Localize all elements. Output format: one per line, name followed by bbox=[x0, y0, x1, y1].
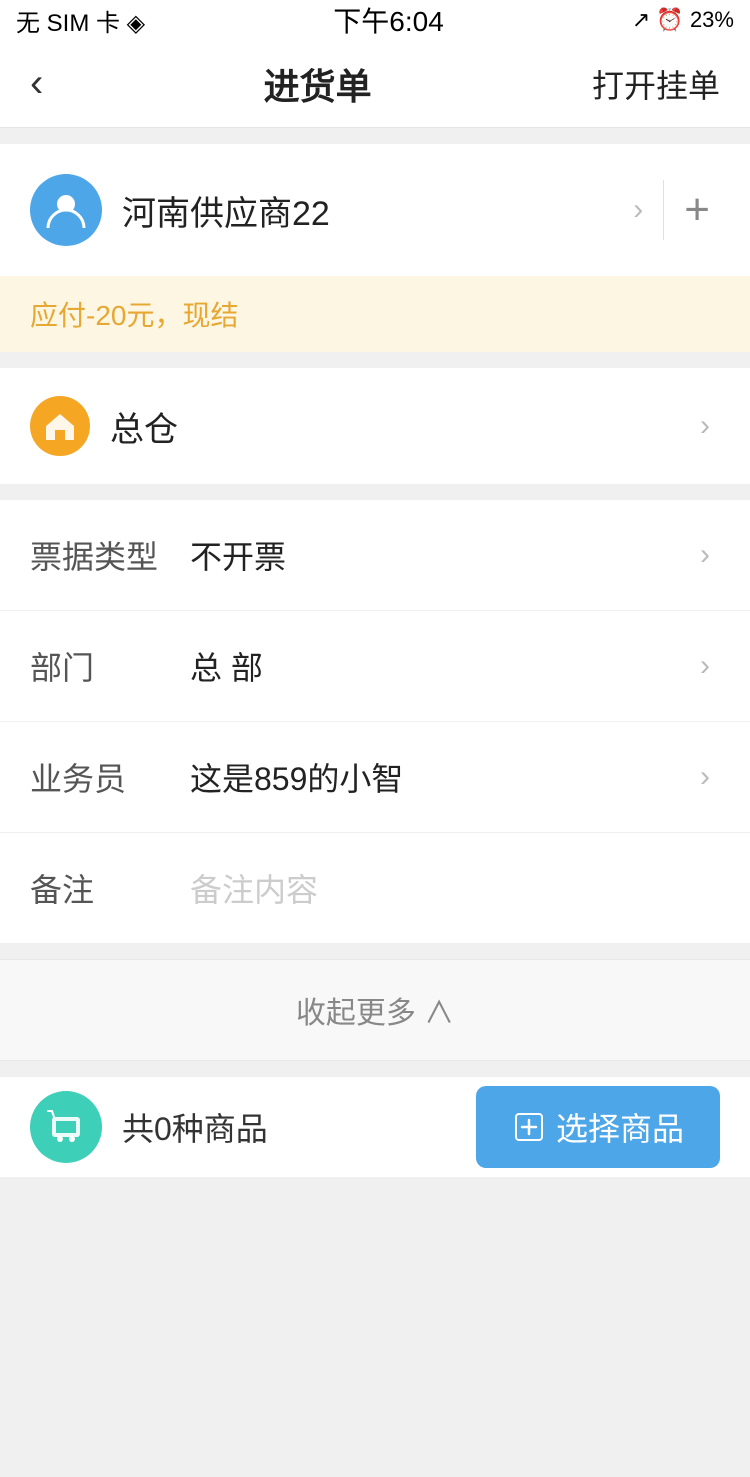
remark-input[interactable]: 备注内容 bbox=[190, 865, 720, 911]
vertical-divider bbox=[663, 180, 664, 240]
status-time: 下午6:04 bbox=[333, 0, 444, 40]
cart-icon bbox=[30, 1091, 102, 1163]
supplier-chevron-icon: › bbox=[633, 193, 643, 227]
product-count: 共0种商品 bbox=[122, 1104, 476, 1150]
warehouse-chevron-icon: › bbox=[700, 409, 710, 443]
battery-text: ↗ ⏰ 23% bbox=[632, 7, 734, 33]
remark-label: 备注 bbox=[30, 865, 170, 911]
warehouse-svg-icon bbox=[42, 408, 78, 444]
status-left: 无 SIM 卡 ◈ bbox=[16, 3, 145, 38]
collapse-button[interactable]: 收起更多 ∧ bbox=[0, 959, 750, 1061]
invoice-label: 票据类型 bbox=[30, 532, 170, 578]
notice-bar: 应付-20元，现结 bbox=[0, 276, 750, 352]
supplier-name: 河南供应商22 bbox=[122, 186, 633, 235]
select-product-button[interactable]: 选择商品 bbox=[476, 1086, 720, 1168]
add-supplier-button[interactable]: + bbox=[674, 185, 720, 235]
staff-value: 这是859的小智 bbox=[190, 754, 700, 800]
footer-section: 共0种商品 选择商品 bbox=[0, 1077, 750, 1177]
form-section: 票据类型 不开票 › 部门 总 部 › 业务员 这是859的小智 › 备注 备注… bbox=[0, 500, 750, 943]
invoice-row[interactable]: 票据类型 不开票 › bbox=[0, 500, 750, 611]
divider-1 bbox=[0, 128, 750, 144]
status-bar: 无 SIM 卡 ◈ 下午6:04 ↗ ⏰ 23% bbox=[0, 0, 750, 40]
back-button[interactable]: ‹ bbox=[30, 61, 43, 106]
staff-chevron-icon: › bbox=[700, 760, 710, 794]
empty-area bbox=[0, 1177, 750, 1477]
dept-row[interactable]: 部门 总 部 › bbox=[0, 611, 750, 722]
nav-bar: ‹ 进货单 打开挂单 bbox=[0, 40, 750, 128]
dept-label: 部门 bbox=[30, 643, 170, 689]
sim-text: 无 SIM 卡 ◈ bbox=[16, 3, 145, 38]
warehouse-row[interactable]: 总仓 › bbox=[30, 368, 720, 484]
warehouse-section[interactable]: 总仓 › bbox=[0, 368, 750, 484]
cart-svg-icon bbox=[46, 1107, 86, 1147]
open-pending-button[interactable]: 打开挂单 bbox=[592, 61, 720, 107]
warehouse-name: 总仓 bbox=[110, 402, 700, 451]
supplier-section: 河南供应商22 › + bbox=[0, 144, 750, 276]
dept-chevron-icon: › bbox=[700, 649, 710, 683]
supplier-avatar bbox=[30, 174, 102, 246]
remark-row[interactable]: 备注 备注内容 bbox=[0, 833, 750, 943]
page-title: 进货单 bbox=[264, 58, 372, 110]
select-product-label: 选择商品 bbox=[556, 1104, 684, 1150]
invoice-chevron-icon: › bbox=[700, 538, 710, 572]
invoice-value: 不开票 bbox=[190, 532, 700, 578]
person-icon bbox=[44, 188, 88, 232]
staff-row[interactable]: 业务员 这是859的小智 › bbox=[0, 722, 750, 833]
dept-value: 总 部 bbox=[190, 643, 700, 689]
staff-label: 业务员 bbox=[30, 754, 170, 800]
warehouse-icon bbox=[30, 396, 90, 456]
supplier-row[interactable]: 河南供应商22 › bbox=[30, 144, 653, 276]
status-right: ↗ ⏰ 23% bbox=[632, 7, 734, 33]
select-product-icon bbox=[512, 1110, 546, 1144]
